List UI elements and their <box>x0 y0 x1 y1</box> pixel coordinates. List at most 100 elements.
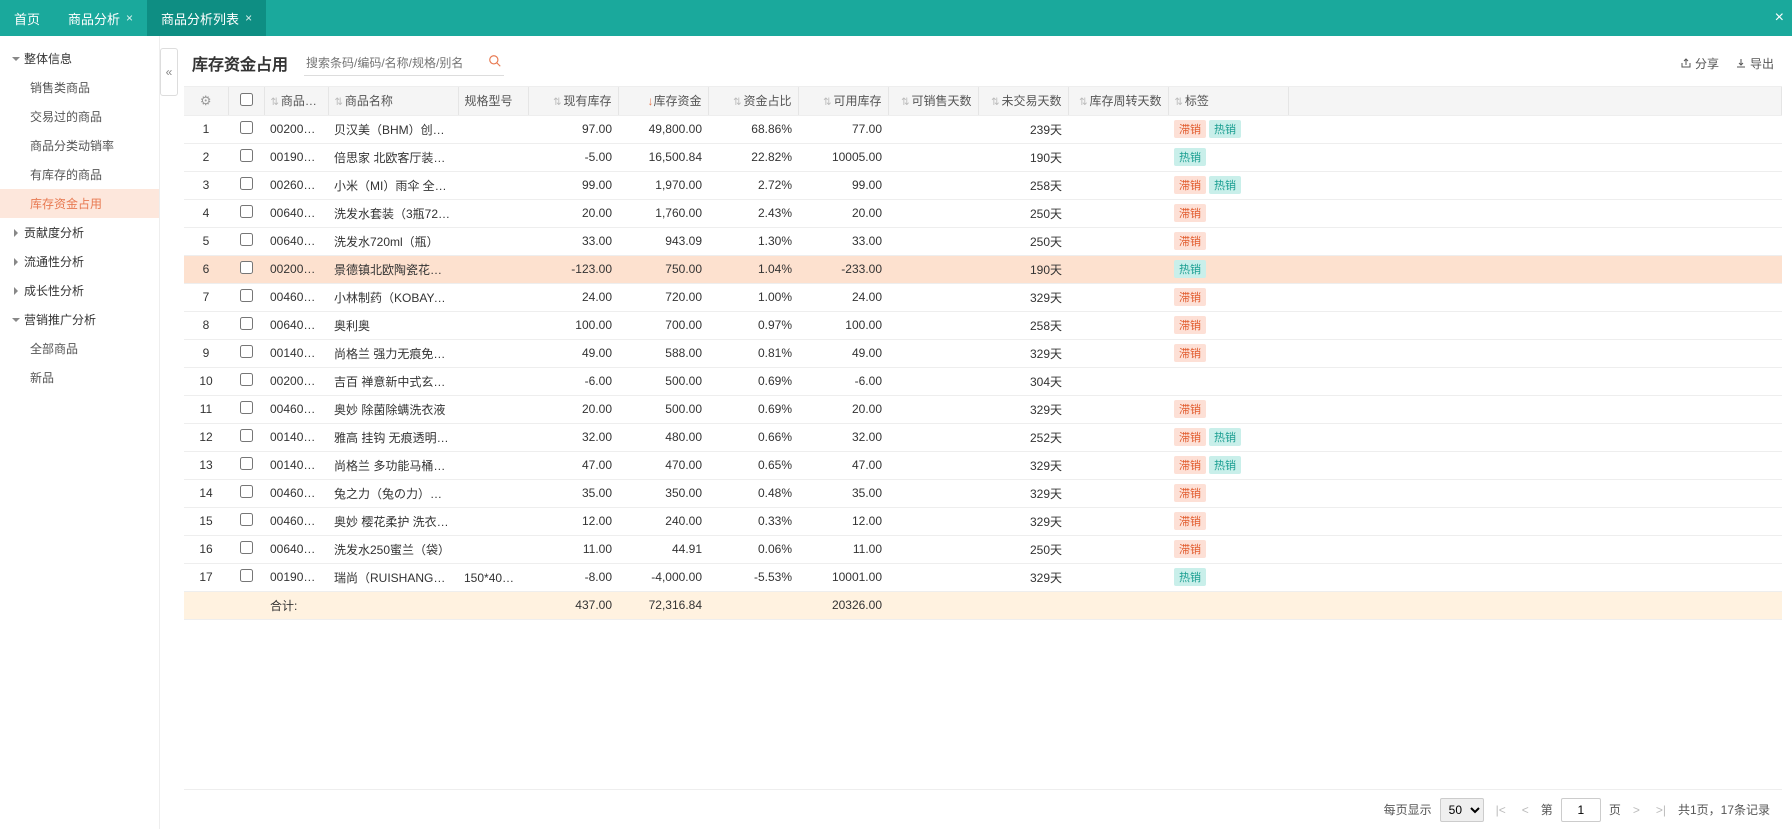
tree-item[interactable]: 有库存的商品 <box>0 160 159 189</box>
table-row[interactable]: 5006400…洗发水720ml（瓶）33.00943.091.30%33.00… <box>184 227 1782 255</box>
column-spec[interactable]: 规格型号 <box>458 87 528 115</box>
tag-badge: 热销 <box>1209 176 1241 194</box>
row-checkbox[interactable] <box>240 373 253 386</box>
close-all-icon[interactable]: × <box>1775 0 1784 36</box>
pager-next-button[interactable]: > <box>1629 803 1644 817</box>
tree-item[interactable]: 新品 <box>0 363 159 392</box>
select-all-checkbox[interactable] <box>240 93 253 106</box>
table-row[interactable]: 12001400…雅高 挂钩 无痕透明粘钩 强32.00480.000.66%3… <box>184 423 1782 451</box>
column-name[interactable]: 商品名称 <box>328 87 458 115</box>
table-row[interactable]: 4006400…洗发水套装（3瓶720ml+1…20.001,760.002.4… <box>184 199 1782 227</box>
table-row[interactable]: 3002600…小米（MI）雨伞 全自动折叠99.001,970.002.72%… <box>184 171 1782 199</box>
row-checkbox[interactable] <box>240 121 253 134</box>
cell-saledays <box>888 395 978 423</box>
row-index: 4 <box>184 199 228 227</box>
tab-close-icon[interactable]: × <box>245 11 252 25</box>
tree-group[interactable]: 贡献度分析 <box>0 218 159 247</box>
row-checkbox[interactable] <box>240 429 253 442</box>
table-row[interactable]: 11004600…奥妙 除菌除螨洗衣液20.00500.000.69%20.00… <box>184 395 1782 423</box>
row-checkbox[interactable] <box>240 345 253 358</box>
cell-ratio: 1.30% <box>708 227 798 255</box>
cell-turn <box>1068 283 1168 311</box>
row-checkbox[interactable] <box>240 317 253 330</box>
cell-spec <box>458 535 528 563</box>
column-notrans[interactable]: 未交易天数 <box>978 87 1068 115</box>
column-saledays[interactable]: 可销售天数 <box>888 87 978 115</box>
cell-avail: 33.00 <box>798 227 888 255</box>
tab-close-icon[interactable]: × <box>126 11 133 25</box>
row-checkbox[interactable] <box>240 261 253 274</box>
cell-tags: 滞销 <box>1168 535 1288 563</box>
column-tags[interactable]: 标签 <box>1168 87 1288 115</box>
tree-item[interactable]: 库存资金占用 <box>0 189 159 218</box>
table-row[interactable]: 15004600…奥妙 樱花柔护 洗衣凝珠 1012.00240.000.33%… <box>184 507 1782 535</box>
table-row[interactable]: 6002000…景德镇北欧陶瓷花瓶摆件 仿-123.00750.001.04%-… <box>184 255 1782 283</box>
row-checkbox[interactable] <box>240 541 253 554</box>
cell-name: 洗发水720ml（瓶） <box>328 227 458 255</box>
export-button[interactable]: 导出 <box>1735 55 1774 72</box>
table-row[interactable]: 13001400…尚格兰 多功能马桶刷套装 手47.00470.000.65%4… <box>184 451 1782 479</box>
column-turn[interactable]: 库存周转天数 <box>1068 87 1168 115</box>
tree-item[interactable]: 交易过的商品 <box>0 102 159 131</box>
table-row[interactable]: 8006400…奥利奥100.00700.000.97%100.00258天滞销 <box>184 311 1782 339</box>
row-checkbox[interactable] <box>240 513 253 526</box>
cell-tags: 滞销 <box>1168 479 1288 507</box>
column-fund[interactable]: 库存资金 <box>618 87 708 115</box>
cell-name: 倍思家 北欧客厅装饰画卧室 <box>328 143 458 171</box>
cell-saledays <box>888 311 978 339</box>
search-input[interactable] <box>304 50 504 76</box>
table-row[interactable]: 1002000…贝汉美（BHM）创意北欧…97.0049,800.0068.86… <box>184 115 1782 143</box>
table-row[interactable]: 17001900…瑞尚（RUISHANG）卧室…150*40厘米-8.00-4,… <box>184 563 1782 591</box>
tree-item[interactable]: 销售类商品 <box>0 73 159 102</box>
tab-商品分析列表[interactable]: 商品分析列表× <box>147 0 266 36</box>
cell-name: 奥妙 樱花柔护 洗衣凝珠 10 <box>328 507 458 535</box>
column-avail[interactable]: 可用库存 <box>798 87 888 115</box>
tab-首页[interactable]: 首页 <box>0 0 54 36</box>
row-checkbox[interactable] <box>240 289 253 302</box>
row-index: 12 <box>184 423 228 451</box>
search-icon[interactable] <box>488 54 502 71</box>
cell-name: 奥妙 除菌除螨洗衣液 <box>328 395 458 423</box>
tree-group[interactable]: 成长性分析 <box>0 276 159 305</box>
column-settings[interactable]: ⚙ <box>184 87 228 115</box>
column-stock[interactable]: 现有库存 <box>528 87 618 115</box>
pager-last-button[interactable]: >| <box>1652 803 1670 817</box>
cell-tags: 滞销 <box>1168 507 1288 535</box>
tree-group[interactable]: 流通性分析 <box>0 247 159 276</box>
cell-saledays <box>888 339 978 367</box>
cell-tags: 热销 <box>1168 255 1288 283</box>
cell-ratio: 0.69% <box>708 395 798 423</box>
table-row[interactable]: 16006400…洗发水250蜜兰（袋）11.0044.910.06%11.00… <box>184 535 1782 563</box>
pager-first-button[interactable]: |< <box>1492 803 1510 817</box>
tree-item[interactable]: 商品分类动销率 <box>0 131 159 160</box>
row-checkbox[interactable] <box>240 457 253 470</box>
sidebar-collapse-button[interactable]: « <box>160 48 178 96</box>
column-checkbox[interactable] <box>228 87 264 115</box>
table-row[interactable]: 9001400…尚格兰 强力无痕免打孔浴室49.00588.000.81%49.… <box>184 339 1782 367</box>
column-code[interactable]: 商品… <box>264 87 328 115</box>
cell-saledays <box>888 115 978 143</box>
table-row[interactable]: 2001900…倍思家 北欧客厅装饰画卧室-5.0016,500.8422.82… <box>184 143 1782 171</box>
column-ratio[interactable]: 资金占比 <box>708 87 798 115</box>
row-checkbox[interactable] <box>240 401 253 414</box>
tree-item[interactable]: 全部商品 <box>0 334 159 363</box>
pager-page-input[interactable] <box>1561 798 1601 822</box>
perpage-select[interactable]: 50 <box>1440 798 1484 822</box>
cell-ratio: 0.48% <box>708 479 798 507</box>
row-checkbox[interactable] <box>240 177 253 190</box>
tree-group[interactable]: 整体信息 <box>0 44 159 73</box>
row-checkbox[interactable] <box>240 149 253 162</box>
tree-group[interactable]: 营销推广分析 <box>0 305 159 334</box>
table-row[interactable]: 7004600…小林制药（KOBAYASHI）E24.00720.001.00%… <box>184 283 1782 311</box>
row-checkbox[interactable] <box>240 233 253 246</box>
row-checkbox[interactable] <box>240 205 253 218</box>
table-row[interactable]: 10002000…吉百 禅意新中式玄关摆件客-6.00500.000.69%-6… <box>184 367 1782 395</box>
row-checkbox[interactable] <box>240 569 253 582</box>
cell-notrans: 250天 <box>978 227 1068 255</box>
tab-商品分析[interactable]: 商品分析× <box>54 0 147 36</box>
pager-prev-button[interactable]: < <box>1518 803 1533 817</box>
cell-fund: 470.00 <box>618 451 708 479</box>
row-checkbox[interactable] <box>240 485 253 498</box>
share-button[interactable]: 分享 <box>1680 55 1719 72</box>
table-row[interactable]: 14004600…兔之力（兔の力）粘毛器粘35.00350.000.48%35.… <box>184 479 1782 507</box>
